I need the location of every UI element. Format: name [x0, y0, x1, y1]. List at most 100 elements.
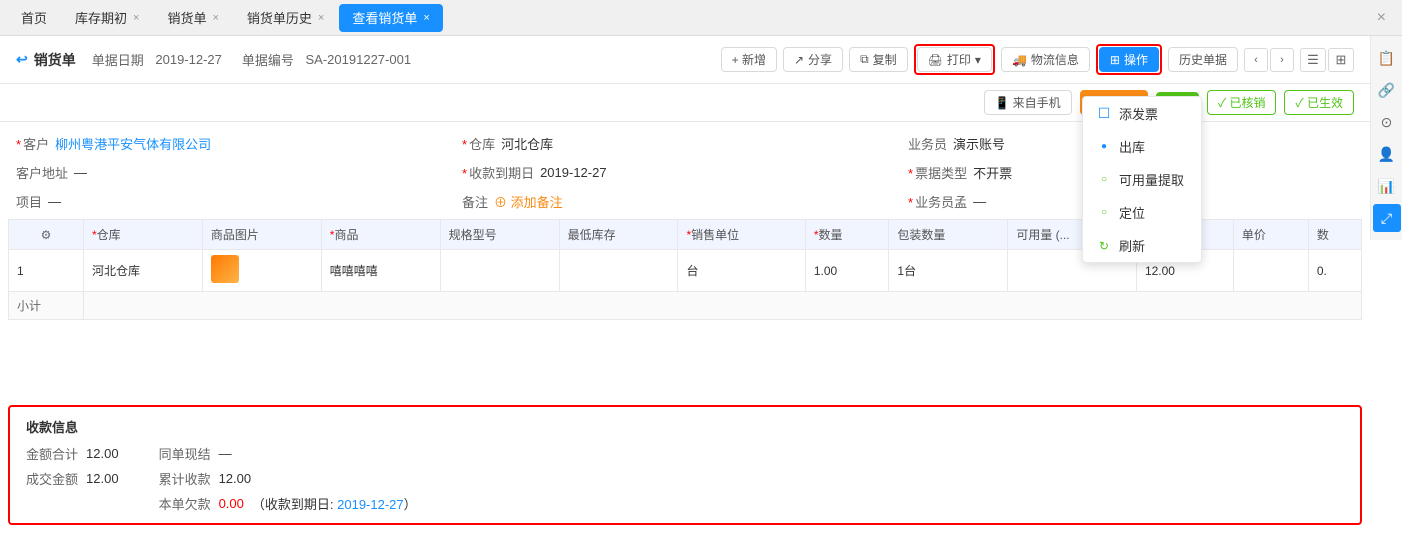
- payment-col-1: 金额合计 12.00 成交金额 12.00: [26, 444, 119, 513]
- project-field: 项目 —: [16, 192, 462, 211]
- deal-field: 成交金额 12.00: [26, 469, 119, 488]
- history-button[interactable]: 历史单据: [1168, 47, 1238, 72]
- dropdown-out-warehouse[interactable]: ● 出库: [1083, 130, 1201, 163]
- salesperson2-value: —: [973, 194, 986, 209]
- view-toggle: ☰ ⊞: [1300, 48, 1354, 72]
- product-image: [211, 255, 239, 283]
- tab-home[interactable]: 首页: [8, 4, 60, 32]
- subtotal-label: 小计: [9, 292, 84, 320]
- effective-button[interactable]: ✓ 已生效: [1284, 90, 1354, 115]
- row-price: [1233, 250, 1308, 292]
- nav-arrows: ‹ ›: [1244, 48, 1294, 72]
- add-invoice-icon: ☐: [1097, 107, 1111, 121]
- cancelled-button[interactable]: ✓ 已核销: [1207, 90, 1277, 115]
- sidebar-icon-4[interactable]: 👤: [1373, 140, 1401, 168]
- print-button[interactable]: 🖨 打印 ▾: [917, 47, 992, 72]
- sidebar-icon-5[interactable]: 📊: [1373, 172, 1401, 200]
- tab-sales-order[interactable]: 销货单 ×: [154, 4, 231, 32]
- sidebar-icon-1[interactable]: 📋: [1373, 44, 1401, 72]
- print-highlight-box: 🖨 打印 ▾: [914, 44, 995, 75]
- doc-title-text: 销货单: [34, 50, 76, 70]
- doc-header: ↩ 销货单 单据日期 2019-12-27 单据编号 SA-20191227-0…: [0, 36, 1370, 84]
- list-view-btn[interactable]: ☰: [1300, 48, 1326, 72]
- row-product: 嘻嘻嘻嘻: [321, 250, 440, 292]
- warehouse-field: 仓库 河北仓库: [462, 134, 908, 153]
- new-button[interactable]: + 新增: [721, 47, 777, 72]
- right-sidebar: 📋 🔗 ⊙ 👤 📊 ⤢: [1370, 36, 1402, 240]
- tab-sales-history-close[interactable]: ×: [318, 12, 324, 24]
- phone-icon: 📱: [995, 96, 1010, 110]
- subtotal-values: [84, 292, 1362, 320]
- doc-icon: ↩: [16, 51, 28, 68]
- warehouse-label: 仓库: [462, 134, 495, 153]
- tab-inventory-init[interactable]: 库存期初 ×: [62, 4, 152, 32]
- print-icon: 🖨: [928, 53, 943, 67]
- dropdown-qty-extract[interactable]: ○ 可用量提取: [1083, 163, 1201, 196]
- address-value: —: [74, 165, 87, 180]
- grid-view-btn[interactable]: ⊞: [1328, 48, 1354, 72]
- tab-view-sales-close[interactable]: ×: [423, 12, 429, 24]
- sidebar-icon-expand[interactable]: ⤢: [1373, 204, 1401, 232]
- dropdown-add-invoice[interactable]: ☐ 添发票: [1083, 97, 1201, 130]
- col-product: *商品: [321, 220, 440, 250]
- doc-meta: 单据日期 2019-12-27 单据编号 SA-20191227-001: [92, 50, 705, 69]
- col-unit: *销售单位: [678, 220, 805, 250]
- row-min-stock: [559, 250, 678, 292]
- col-spec: 规格型号: [440, 220, 559, 250]
- project-label: 项目: [16, 192, 42, 211]
- logistics-button[interactable]: 🚚 物流信息: [1001, 47, 1090, 72]
- customer-label: 客户: [16, 134, 49, 153]
- tab-sales-history[interactable]: 销货单历史 ×: [234, 4, 337, 32]
- window-close-button[interactable]: ×: [1369, 9, 1394, 27]
- dropdown-locate[interactable]: ○ 定位: [1083, 196, 1201, 229]
- from-phone-button[interactable]: 📱 来自手机: [984, 90, 1072, 115]
- row-qty: 1.00: [805, 250, 889, 292]
- warehouse-value: 河北仓库: [501, 134, 553, 153]
- col-img: 商品图片: [202, 220, 321, 250]
- total-value: 12.00: [86, 446, 119, 461]
- print-dropdown-arrow: ▾: [975, 53, 981, 67]
- customer-value[interactable]: 柳州粤港平安气体有限公司: [55, 134, 211, 153]
- operations-button[interactable]: ⊞ 操作: [1099, 47, 1159, 72]
- qty-extract-icon: ○: [1097, 173, 1111, 187]
- copy-button[interactable]: ⧉ 复制: [849, 47, 908, 72]
- col-warehouse: *仓库: [84, 220, 203, 250]
- tab-sales-order-close[interactable]: ×: [212, 12, 218, 24]
- cumulative-value: 12.00: [219, 471, 252, 486]
- salesperson-label: 业务员: [908, 134, 947, 153]
- tab-home-label: 首页: [21, 8, 47, 27]
- owed-date: 2019-12-27: [337, 497, 404, 512]
- tab-bar: 首页 库存期初 × 销货单 × 销货单历史 × 查看销货单 × ×: [0, 0, 1402, 36]
- note-add-btn[interactable]: ⊕ 添加备注: [494, 192, 563, 211]
- row-no: 1: [9, 250, 84, 292]
- row-unit: 台: [678, 250, 805, 292]
- table-settings-col[interactable]: ⚙: [9, 220, 84, 250]
- owed-field: 本单欠款 0.00 （收款到期日: 2019-12-27）: [159, 494, 417, 513]
- operations-dropdown: ☐ 添发票 ● 出库 ○ 可用量提取 ○ 定位 ↻ 刷新: [1082, 96, 1202, 263]
- prev-arrow[interactable]: ‹: [1244, 48, 1268, 72]
- share-icon: ↗: [794, 53, 804, 67]
- invoice-label: 票据类型: [908, 163, 967, 182]
- deal-value: 12.00: [86, 471, 119, 486]
- sidebar-icon-3[interactable]: ⊙: [1373, 108, 1401, 136]
- dropdown-add-invoice-label: 添发票: [1119, 104, 1158, 123]
- share-button[interactable]: ↗ 分享: [783, 47, 843, 72]
- salesperson-value: 演示账号: [953, 134, 1005, 153]
- tab-view-sales[interactable]: 查看销货单 ×: [339, 4, 442, 32]
- tab-inventory-init-close[interactable]: ×: [133, 12, 139, 24]
- dropdown-refresh-label: 刷新: [1119, 236, 1145, 255]
- tab-view-sales-label: 查看销货单: [352, 8, 417, 27]
- payment-date-field: 收款到期日 2019-12-27: [462, 163, 908, 182]
- row-warehouse: 河北仓库: [84, 250, 203, 292]
- project-value: —: [48, 194, 61, 209]
- row-other: 0.: [1308, 250, 1361, 292]
- payment-col-2: 同单现结 — 累计收款 12.00 本单欠款 0.00 （收款到期日: 2019…: [159, 444, 417, 513]
- deal-label: 成交金额: [26, 469, 78, 488]
- tab-inventory-init-label: 库存期初: [75, 8, 127, 27]
- dropdown-refresh[interactable]: ↻ 刷新: [1083, 229, 1201, 262]
- total-field: 金额合计 12.00: [26, 444, 119, 463]
- sidebar-icon-2[interactable]: 🔗: [1373, 76, 1401, 104]
- cumulative-field: 累计收款 12.00: [159, 469, 417, 488]
- next-arrow[interactable]: ›: [1270, 48, 1294, 72]
- doc-title: ↩ 销货单: [16, 50, 76, 70]
